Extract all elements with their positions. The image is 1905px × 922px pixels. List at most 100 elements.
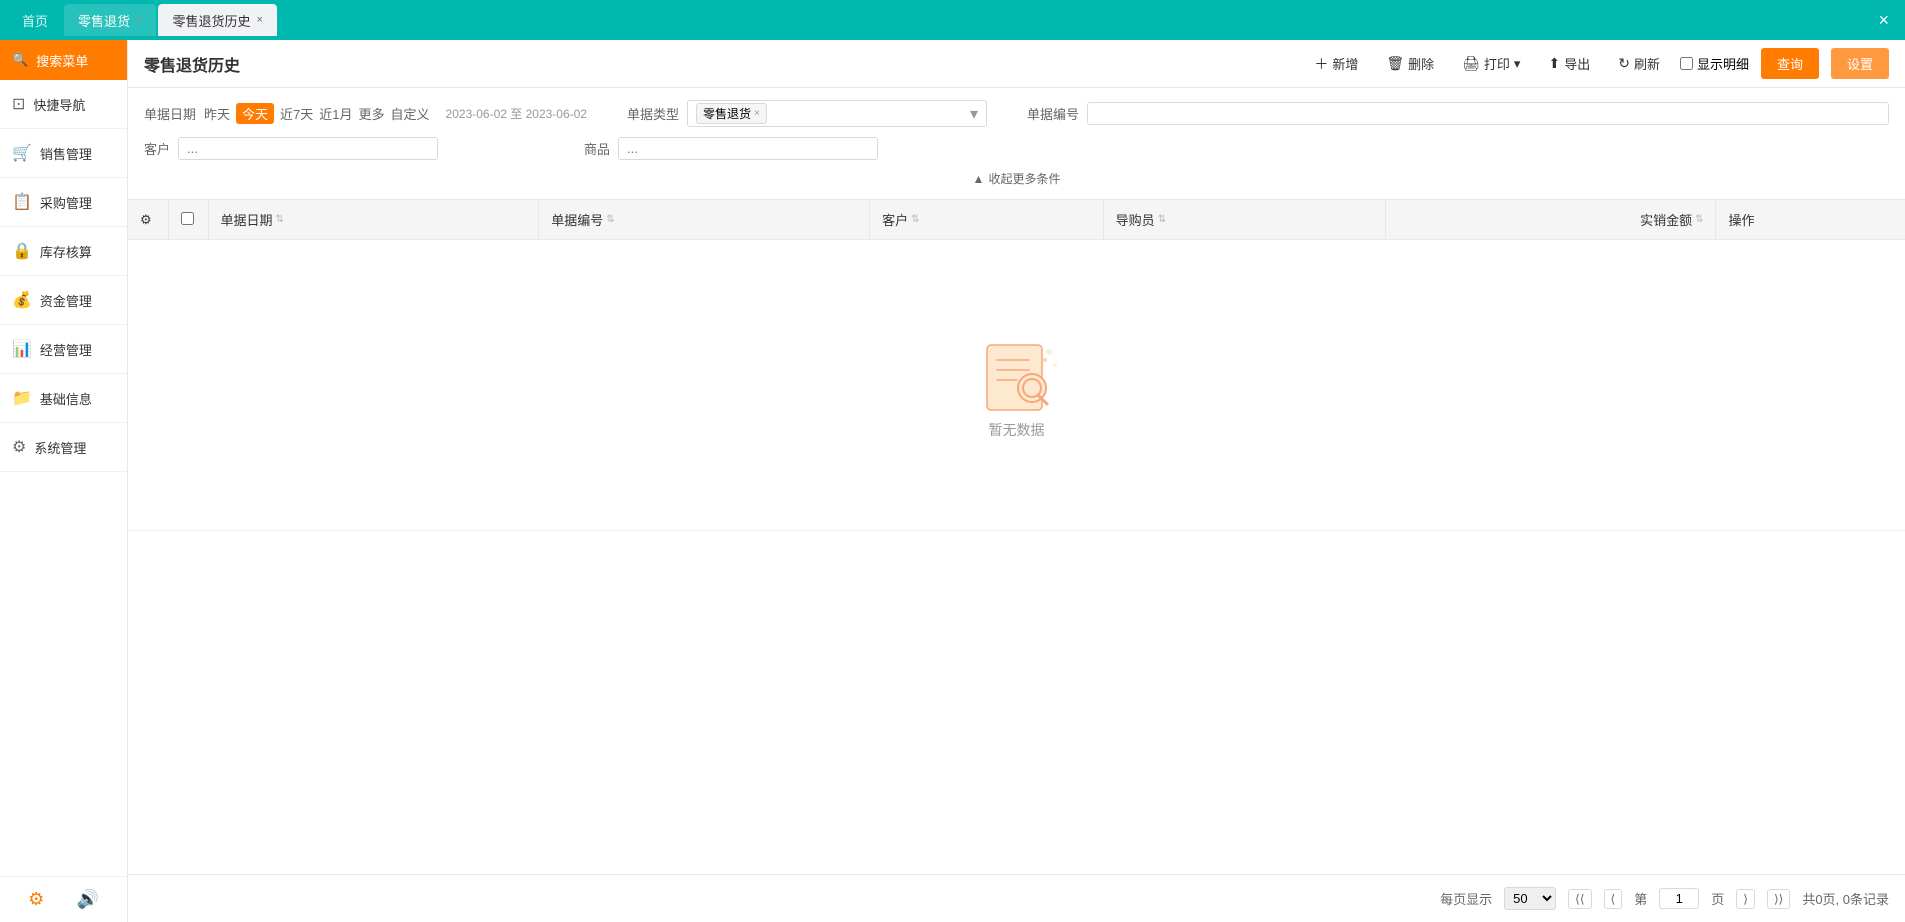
th-customer-sort-icon: ⇅ — [911, 214, 919, 225]
doctype-dropdown-arrow: ▾ — [970, 104, 978, 124]
empty-state-row: 暂无数据 — [128, 240, 1905, 531]
sidebar-item-purchase[interactable]: 📋 采购管理 — [0, 178, 127, 227]
customer-input[interactable] — [178, 137, 438, 160]
date-option-custom[interactable]: 自定义 — [391, 104, 430, 123]
setting-button[interactable]: 设置 — [1831, 48, 1889, 79]
th-doc-no-sort-icon: ⇅ — [606, 214, 614, 225]
data-table: ⚙ 单据日期 ⇅ 单据编号 — [128, 200, 1905, 531]
docno-input[interactable] — [1087, 102, 1889, 125]
first-page-button[interactable]: ⟨⟨ — [1568, 889, 1591, 909]
empty-state: 暂无数据 — [140, 250, 1893, 520]
tab-retail-return-history[interactable]: 零售退货历史 × — [158, 4, 276, 36]
column-settings-icon[interactable]: ⚙ — [140, 212, 152, 227]
th-guide[interactable]: 导购员 ⇅ — [1103, 200, 1385, 240]
page-size-label: 每页显示 — [1440, 889, 1492, 908]
th-actual-amount[interactable]: 实销金额 ⇅ — [1385, 200, 1716, 240]
date-option-yesterday[interactable]: 昨天 — [204, 104, 230, 123]
print-label: 打印 — [1484, 54, 1510, 73]
tab-retail-return-close[interactable]: × — [136, 14, 142, 26]
th-guide-sort-icon: ⇅ — [1158, 214, 1166, 225]
prev-page-button[interactable]: ⟨ — [1604, 889, 1623, 909]
refresh-icon: ↻ — [1618, 55, 1630, 72]
sidebar-item-finance-label: 资金管理 — [40, 291, 92, 310]
tab-retail-return-label: 零售退货 — [78, 11, 130, 30]
page-label: 第 — [1634, 889, 1647, 908]
page-title: 零售退货历史 — [144, 52, 240, 76]
empty-state-illustration — [967, 330, 1067, 420]
sidebar-item-sales-label: 销售管理 — [40, 144, 92, 163]
doctype-tag: 零售退货 × — [696, 103, 767, 124]
sidebar-item-system-label: 系统管理 — [34, 438, 86, 457]
tab-bar: 首页 零售退货 × 零售退货历史 × — [8, 4, 1870, 36]
th-guide-label: 导购员 — [1116, 210, 1155, 229]
doctype-tag-container[interactable]: 零售退货 × ▾ — [687, 100, 987, 127]
table-body: 暂无数据 — [128, 240, 1905, 531]
th-customer[interactable]: 客户 ⇅ — [870, 200, 1104, 240]
print-button[interactable]: 🖨 打印 ▾ — [1454, 50, 1528, 77]
sidebar-item-basic-info[interactable]: 📁 基础信息 — [0, 374, 127, 423]
date-option-more[interactable]: 更多 — [359, 104, 385, 123]
empty-state-text: 暂无数据 — [989, 420, 1045, 440]
export-button[interactable]: ⬆ 导出 — [1540, 50, 1598, 77]
th-doc-no[interactable]: 单据编号 ⇅ — [539, 200, 870, 240]
last-page-button[interactable]: ⟩⟩ — [1767, 889, 1790, 909]
th-checkbox[interactable] — [168, 200, 208, 240]
quick-nav-icon: ⊡ — [12, 94, 25, 114]
system-icon: ⚙ — [12, 437, 26, 457]
page-header: 零售退货历史 ＋ 新增 🗑 删除 🖨 打印 ▾ ⬆ 导出 — [128, 40, 1905, 88]
sidebar-item-finance[interactable]: 💰 资金管理 — [0, 276, 127, 325]
window-close-button[interactable]: × — [1870, 10, 1897, 31]
sidebar-search-label: 搜索菜单 — [36, 51, 88, 70]
th-actual-amount-sort-icon: ⇅ — [1695, 214, 1703, 225]
sidebar-volume-icon[interactable]: 🔊 — [76, 889, 98, 910]
docno-filter: 单据编号 — [1027, 102, 1889, 125]
sidebar-settings-icon[interactable]: ⚙ — [28, 889, 44, 910]
page-input[interactable] — [1659, 888, 1699, 909]
sidebar-bottom: ⚙ 🔊 — [0, 876, 127, 922]
th-doc-date-sort-icon: ⇅ — [276, 214, 284, 225]
goods-input[interactable] — [618, 137, 878, 160]
sidebar-item-quick-nav[interactable]: ⊡ 快捷导航 — [0, 80, 127, 129]
tab-retail-return[interactable]: 零售退货 × — [64, 4, 156, 36]
refresh-label: 刷新 — [1634, 54, 1660, 73]
tab-home[interactable]: 首页 — [8, 4, 62, 36]
purchase-icon: 📋 — [12, 192, 32, 212]
basic-info-icon: 📁 — [12, 388, 32, 408]
content-area: 零售退货历史 ＋ 新增 🗑 删除 🖨 打印 ▾ ⬆ 导出 — [128, 40, 1905, 922]
sidebar-item-sales[interactable]: 🛒 销售管理 — [0, 129, 127, 178]
pagination-bar: 每页显示 50 100 200 ⟨⟨ ⟨ 第 页 ⟩ ⟩⟩ 共0页, 0条记录 — [128, 874, 1905, 922]
th-actual-amount-label: 实销金额 — [1640, 210, 1692, 229]
th-doc-date[interactable]: 单据日期 ⇅ — [208, 200, 539, 240]
next-page-button[interactable]: ⟩ — [1736, 889, 1755, 909]
date-option-7days[interactable]: 近7天 — [280, 104, 313, 123]
sidebar-item-system[interactable]: ⚙ 系统管理 — [0, 423, 127, 472]
refresh-button[interactable]: ↻ 刷新 — [1610, 50, 1668, 77]
table-header-row: ⚙ 单据日期 ⇅ 单据编号 — [128, 200, 1905, 240]
date-option-today[interactable]: 今天 — [236, 103, 274, 124]
tab-retail-return-history-close[interactable]: × — [256, 14, 262, 26]
sidebar-item-inventory[interactable]: 🔒 库存核算 — [0, 227, 127, 276]
date-filter-label: 单据日期 — [144, 104, 196, 123]
doctype-tag-close[interactable]: × — [754, 108, 760, 119]
filter-row-1: 单据日期 昨天 今天 近7天 近1月 更多 自定义 2023-06-02 至 2… — [144, 100, 1889, 127]
finance-icon: 💰 — [12, 290, 32, 310]
tab-retail-return-history-label: 零售退货历史 — [172, 11, 250, 30]
collapse-label: 收起更多条件 — [988, 170, 1060, 187]
new-button[interactable]: ＋ 新增 — [1306, 50, 1366, 78]
collapse-button[interactable]: ▲ 收起更多条件 — [144, 170, 1889, 187]
new-label: 新增 — [1332, 54, 1358, 73]
doctype-tag-value: 零售退货 — [703, 105, 751, 122]
delete-button[interactable]: 🗑 删除 — [1378, 50, 1442, 77]
th-settings[interactable]: ⚙ — [128, 200, 168, 240]
select-all-checkbox[interactable] — [181, 212, 194, 225]
date-option-1month[interactable]: 近1月 — [319, 104, 352, 123]
operations-icon: 📊 — [12, 339, 32, 359]
query-button[interactable]: 查询 — [1761, 48, 1819, 79]
show-detail-checkbox-label[interactable]: 显示明细 — [1680, 54, 1749, 73]
th-action: 操作 — [1716, 200, 1905, 240]
show-detail-checkbox[interactable] — [1680, 57, 1693, 70]
sidebar-search[interactable]: 🔍 搜索菜单 — [0, 40, 127, 80]
sidebar-item-operations[interactable]: 📊 经营管理 — [0, 325, 127, 374]
page-size-select[interactable]: 50 100 200 — [1504, 887, 1556, 910]
th-doc-date-label: 单据日期 — [221, 210, 273, 229]
